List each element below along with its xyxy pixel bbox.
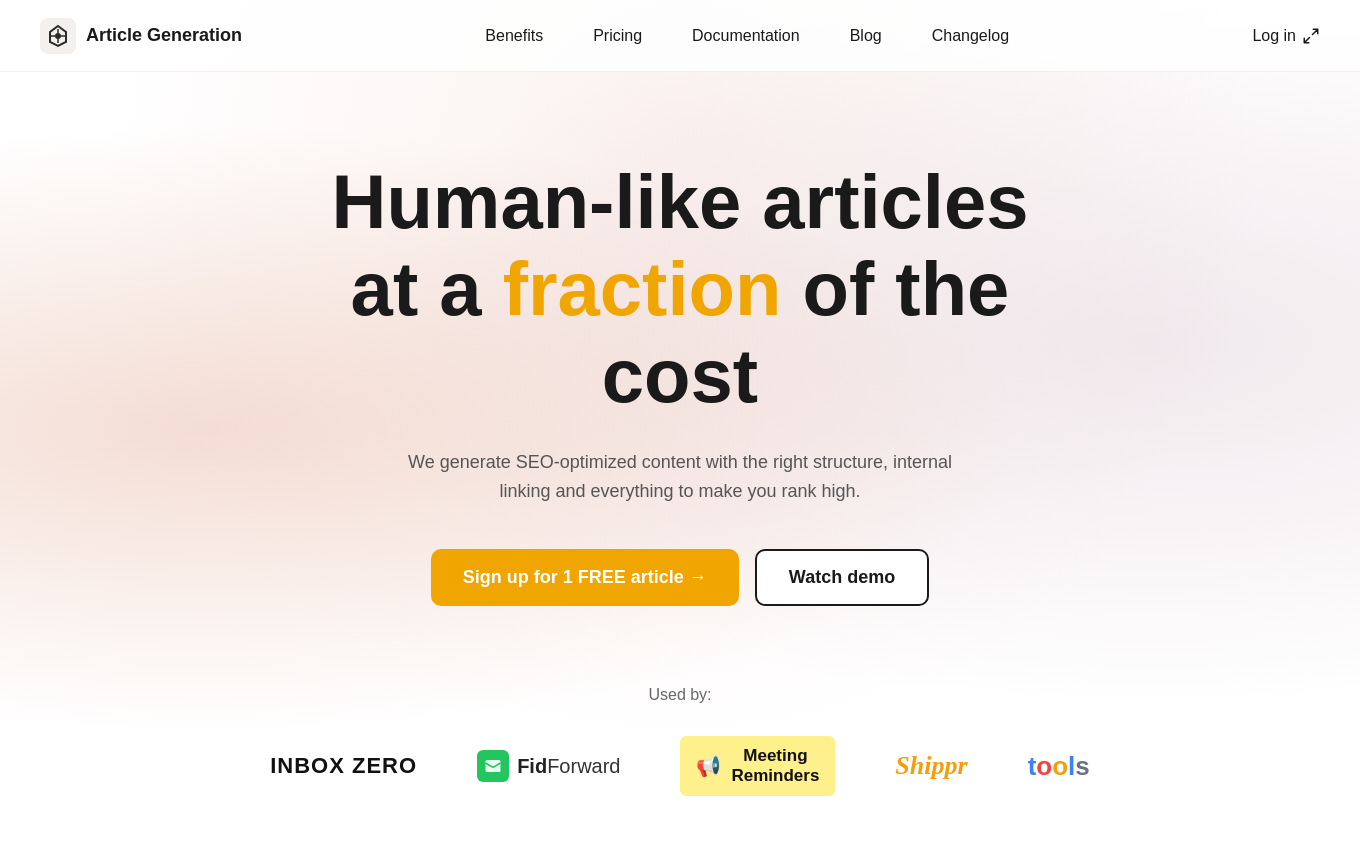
logo-fidforward: FidForward <box>477 750 620 782</box>
nav-item-benefits[interactable]: Benefits <box>485 27 543 44</box>
used-by-section: Used by: INBOX ZERO FidForward 📢 Mee <box>40 686 1320 836</box>
logos-row: INBOX ZERO FidForward 📢 MeetingReminders <box>40 736 1320 836</box>
hero-cta-group: Sign up for 1 FREE article → Watch demo <box>431 549 929 606</box>
nav-links: Benefits Pricing Documentation Blog Chan… <box>485 27 1009 45</box>
fidforward-icon <box>477 750 509 782</box>
logo-shippr: Shippr <box>895 751 967 781</box>
hero-title: Human-like articles at a fraction of the… <box>332 158 1029 420</box>
svg-point-1 <box>55 33 61 39</box>
logo-meeting-reminders: 📢 MeetingReminders <box>680 736 835 796</box>
logo-tools: tools <box>1028 751 1090 782</box>
nav-right: Log in <box>1252 27 1320 45</box>
login-arrow-icon <box>1302 27 1320 45</box>
logo-text: Article Generation <box>86 25 242 46</box>
hero-subtitle: We generate SEO-optimized content with t… <box>400 448 960 506</box>
used-by-label: Used by: <box>648 686 711 704</box>
navbar: Article Generation Benefits Pricing Docu… <box>0 0 1360 72</box>
logo-icon <box>40 18 76 54</box>
nav-item-changelog[interactable]: Changelog <box>932 27 1009 44</box>
svg-rect-2 <box>486 760 501 772</box>
logo-inbox-zero: INBOX ZERO <box>270 753 417 779</box>
nav-item-pricing[interactable]: Pricing <box>593 27 642 44</box>
meeting-icon: 📢 <box>696 754 721 778</box>
hero-section: Human-like articles at a fraction of the… <box>0 72 1360 859</box>
signup-button[interactable]: Sign up for 1 FREE article → <box>431 549 739 606</box>
nav-item-documentation[interactable]: Documentation <box>692 27 800 44</box>
logo-link[interactable]: Article Generation <box>40 18 242 54</box>
watch-demo-button[interactable]: Watch demo <box>755 549 929 606</box>
login-button[interactable]: Log in <box>1252 27 1320 45</box>
nav-item-blog[interactable]: Blog <box>850 27 882 44</box>
